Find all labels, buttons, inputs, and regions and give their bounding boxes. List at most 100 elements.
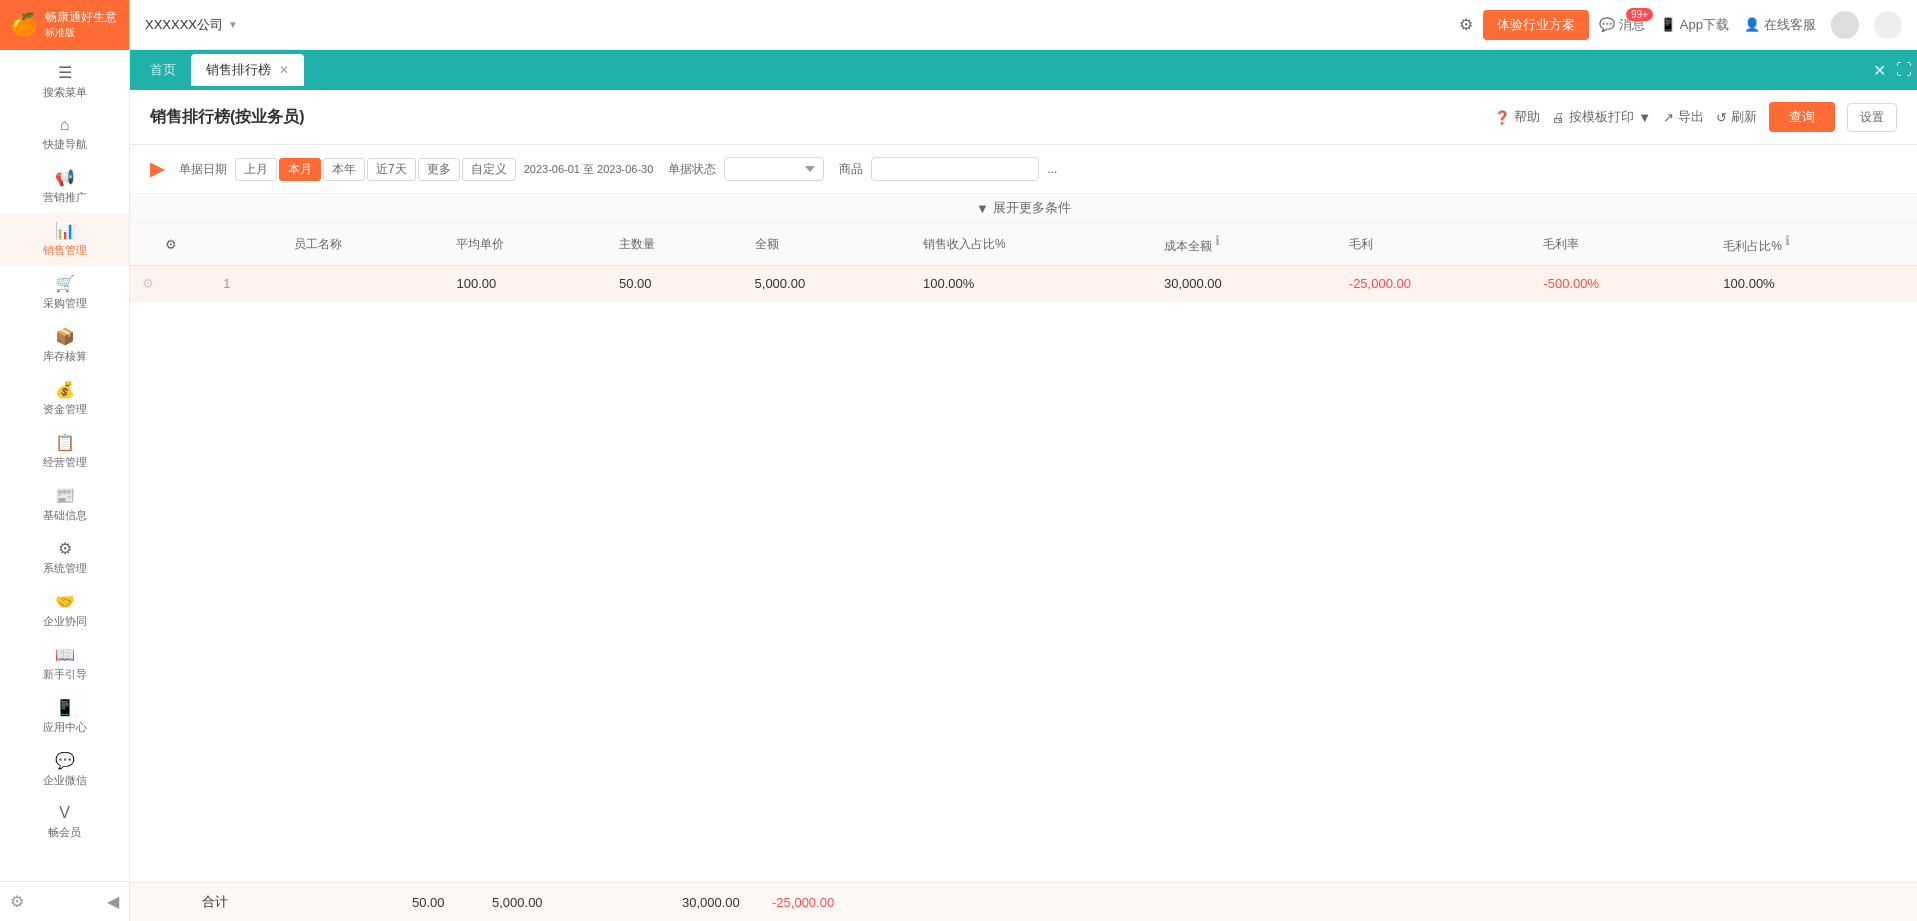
sidebar-item-经营管理[interactable]: 📋经营管理	[0, 425, 129, 478]
sidebar-item-采购管理[interactable]: 🛒采购管理	[0, 266, 129, 319]
app-icon: 📱	[1660, 17, 1676, 32]
row-cost: 30,000.00	[1152, 266, 1337, 302]
sidebar-icon: ⌂	[60, 116, 70, 134]
collapse-icon[interactable]: ◀	[107, 892, 119, 911]
tab-close-icon[interactable]: ✕	[279, 63, 289, 77]
row-profit: -25,000.00	[1337, 266, 1532, 302]
message-button[interactable]: 💬 消息 99+	[1599, 16, 1645, 34]
table-container: ⚙ 员工名称 平均单价 主数量 全额 销售收入占比% 成本全额 ℹ 毛利 毛利率…	[130, 223, 1917, 882]
tab-close-btn[interactable]: ✕	[1873, 61, 1886, 80]
sidebar-item-库存核算[interactable]: 📦库存核算	[0, 319, 129, 372]
tab-sales-ranking[interactable]: 销售排行榜 ✕	[191, 54, 304, 86]
row-rank: 1	[211, 266, 282, 302]
goods-input[interactable]	[871, 157, 1039, 181]
col-amount: 全额	[743, 223, 912, 266]
status-filter-label: 单据状态	[668, 161, 716, 178]
sidebar-item-基础信息[interactable]: 📰基础信息	[0, 478, 129, 531]
print-icon: 🖨	[1552, 110, 1565, 125]
online-service-button[interactable]: 👤 在线客服	[1744, 16, 1816, 34]
sidebar-label: 营销推广	[43, 190, 87, 205]
sidebar-item-快捷导航[interactable]: ⌂ 快捷导航	[0, 108, 129, 160]
goods-more-icon[interactable]: ...	[1047, 162, 1057, 176]
settings-button[interactable]: 设置	[1847, 103, 1897, 132]
app-download-button[interactable]: 📱 App下载	[1660, 16, 1729, 34]
sidebar-item-营销推广[interactable]: 📢 营销推广	[0, 160, 129, 213]
app-name: 畅康通好生意	[45, 10, 117, 26]
col-avg-price: 平均单价	[444, 223, 607, 266]
print-dropdown-icon: ▼	[1638, 110, 1651, 125]
sidebar-label: 快捷导航	[43, 137, 87, 152]
row-settings-icon[interactable]: ⚙	[130, 266, 211, 302]
refresh-button[interactable]: ↺ 刷新	[1716, 108, 1757, 126]
company-dropdown-icon: ▼	[228, 19, 238, 30]
help-button[interactable]: ❓ 帮助	[1494, 108, 1540, 126]
sidebar-icon: 📊	[55, 221, 75, 240]
date-btn-本月[interactable]: 本月	[279, 158, 321, 181]
date-filter-label: 单据日期	[179, 161, 227, 178]
export-button[interactable]: ↗ 导出	[1663, 108, 1704, 126]
sidebar-item-系统管理[interactable]: ⚙系统管理	[0, 531, 129, 584]
refresh-label: 刷新	[1731, 108, 1757, 126]
date-btn-近7天[interactable]: 近7天	[367, 158, 416, 181]
refresh-icon: ↺	[1716, 110, 1727, 125]
query-button[interactable]: 查询	[1769, 102, 1835, 132]
filter-bar: ▶ 单据日期 上月本月本年近7天更多自定义 2023-06-01 至 2023-…	[130, 145, 1917, 194]
sidebar-label: 搜索菜单	[43, 85, 87, 100]
goods-filter-label: 商品	[839, 161, 863, 178]
sidebar-footer: ⚙ ◀	[0, 881, 129, 921]
tab-expand-btn[interactable]: ⛶	[1896, 61, 1912, 80]
table-row: ⚙ 1 100.00 50.00 5,000.00 100.00% 30,000…	[130, 266, 1917, 302]
content-area: 销售排行榜(按业务员) ❓ 帮助 🖨 按模板打印 ▼ ↗ 导出	[130, 90, 1917, 921]
date-btn-本年[interactable]: 本年	[323, 158, 365, 181]
tab-home[interactable]: 首页	[135, 54, 191, 86]
trial-button[interactable]: 体验行业方案	[1483, 10, 1589, 40]
sidebar-item-企业微信[interactable]: 💬企业微信	[0, 743, 129, 796]
tab-home-label: 首页	[150, 61, 176, 79]
user-avatar[interactable]	[1831, 11, 1859, 39]
sidebar-item-企业协同[interactable]: 🤝企业协同	[0, 584, 129, 637]
expand-icon: ▼	[976, 201, 989, 216]
status-select[interactable]	[724, 157, 824, 181]
sidebar-item-新手引导[interactable]: 📖新手引导	[0, 637, 129, 690]
goods-filter-group: 商品 ...	[839, 157, 1057, 181]
date-btn-自定义[interactable]: 自定义	[462, 158, 516, 181]
expand-conditions-button[interactable]: ▼ 展开更多条件	[976, 199, 1071, 217]
sidebar-item-销售管理[interactable]: 📊销售管理	[0, 213, 129, 266]
col-settings-icon: ⚙	[165, 237, 177, 252]
company-name: XXXXXX公司	[145, 16, 223, 34]
status-filter-group: 单据状态	[668, 157, 824, 181]
table-header-row: ⚙ 员工名称 平均单价 主数量 全额 销售收入占比% 成本全额 ℹ 毛利 毛利率…	[130, 223, 1917, 266]
date-btn-上月[interactable]: 上月	[235, 158, 277, 181]
sidebar-label: 应用中心	[43, 720, 87, 735]
sidebar-icon: 📖	[55, 645, 75, 664]
service-label: 在线客服	[1764, 16, 1816, 34]
tabbar-right: ✕ ⛶	[1873, 61, 1912, 80]
date-btn-更多[interactable]: 更多	[418, 158, 460, 181]
sidebar-item-搜索菜单[interactable]: ☰搜索菜单	[0, 55, 129, 108]
expand-label: 展开更多条件	[993, 199, 1071, 217]
settings-footer-icon[interactable]: ⚙	[10, 892, 24, 911]
page-title: 销售排行榜(按业务员)	[150, 107, 305, 128]
export-label: 导出	[1678, 108, 1704, 126]
footer-amount: 5,000.00	[492, 895, 582, 910]
print-label: 按模板打印	[1569, 108, 1634, 126]
row-sales-pct: 100.00%	[911, 266, 1152, 302]
footer-cost: 30,000.00	[682, 895, 772, 910]
tabbar: 首页 销售排行榜 ✕ ✕ ⛶	[130, 50, 1917, 90]
message-badge: 99+	[1626, 8, 1653, 21]
print-button[interactable]: 🖨 按模板打印 ▼	[1552, 108, 1651, 126]
sidebar-icon: 📢	[55, 168, 75, 187]
filter-toggle-icon[interactable]: ▶	[150, 158, 164, 180]
sidebar-item-应用中心[interactable]: 📱应用中心	[0, 690, 129, 743]
sidebar-item-畅会员[interactable]: V畅会员	[0, 796, 129, 848]
col-settings[interactable]: ⚙	[130, 223, 211, 266]
sidebar-item-资金管理[interactable]: 💰资金管理	[0, 372, 129, 425]
topbar-gear-icon[interactable]: ⚙	[1459, 15, 1473, 34]
user-avatar2[interactable]	[1874, 11, 1902, 39]
help-icon: ❓	[1494, 110, 1510, 125]
date-btns: 上月本月本年近7天更多自定义	[235, 158, 516, 181]
company-selector[interactable]: XXXXXX公司 ▼	[145, 16, 1449, 34]
table-footer: 合计 50.00 5,000.00 30,000.00 -25,000.00	[130, 882, 1917, 921]
content-inner: 销售排行榜(按业务员) ❓ 帮助 🖨 按模板打印 ▼ ↗ 导出	[130, 90, 1917, 921]
expand-row: ▼ 展开更多条件	[130, 194, 1917, 223]
